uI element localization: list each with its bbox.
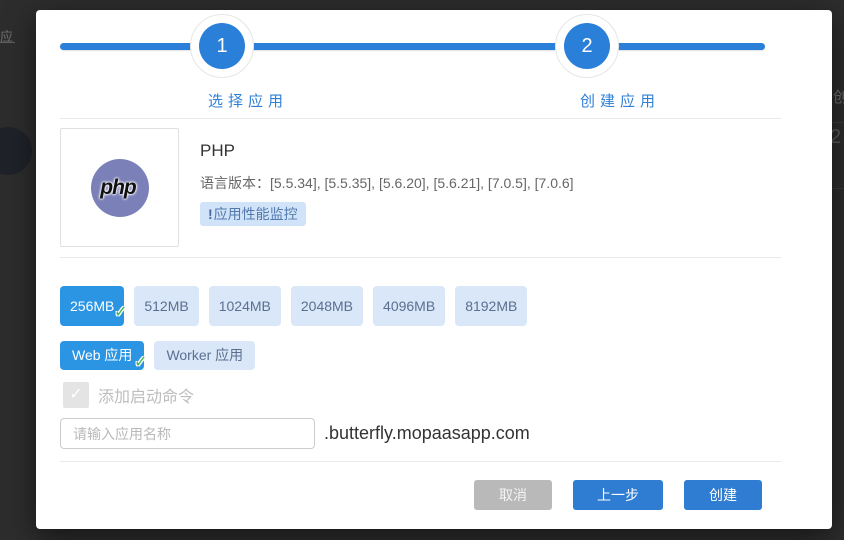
cancel-button[interactable]: 取消 bbox=[474, 480, 552, 510]
stepper-progress-bar bbox=[60, 43, 765, 50]
app-type-options-row: Web 应用 ✓ Worker 应用 bbox=[60, 341, 256, 371]
startup-command-checkbox[interactable]: ✓ bbox=[63, 382, 89, 408]
selected-check-icon: ✓ bbox=[134, 354, 148, 371]
background-divider bbox=[831, 122, 844, 123]
memory-option-8192mb[interactable]: 8192MB bbox=[455, 286, 528, 326]
memory-option-2048mb[interactable]: 2048MB bbox=[290, 286, 364, 326]
app-name: PHP bbox=[200, 141, 235, 160]
memory-option-label: 2048MB bbox=[300, 298, 354, 314]
memory-option-512mb[interactable]: 512MB bbox=[134, 286, 199, 326]
app-language-versions: 语言版本：[5.5.34], [5.5.35], [5.6.20], [5.6.… bbox=[200, 175, 574, 191]
memory-option-label: 4096MB bbox=[383, 298, 436, 314]
memory-option-label: 512MB bbox=[144, 298, 189, 314]
background-logo-circle bbox=[0, 127, 32, 175]
checkbox-check-icon: ✓ bbox=[69, 386, 83, 403]
divider bbox=[60, 118, 781, 119]
domain-suffix: .butterfly.mopaasapp.com bbox=[324, 423, 530, 443]
apm-badge-icon: ! bbox=[208, 206, 213, 222]
create-button[interactable]: 创建 bbox=[684, 480, 762, 510]
step-1-circle[interactable]: 1 bbox=[190, 14, 254, 78]
php-logo-icon: php bbox=[90, 158, 149, 217]
background-text-fragment: 创 bbox=[833, 89, 844, 106]
app-type-label: Worker 应用 bbox=[166, 347, 244, 363]
step-2-circle[interactable]: 2 bbox=[555, 14, 619, 78]
app-type-option-worker[interactable]: Worker 应用 bbox=[154, 341, 256, 370]
divider bbox=[60, 257, 781, 258]
startup-command-row: ✓ 添加启动命令 bbox=[63, 382, 194, 408]
divider bbox=[60, 461, 781, 462]
memory-options-row: 256MB ✓ 512MB 1024MB 2048MB 4096MB 8192M… bbox=[60, 286, 528, 326]
memory-option-label: 256MB bbox=[70, 298, 115, 314]
selected-check-icon: ✓ bbox=[113, 304, 128, 321]
apm-badge-label: 应用性能监控 bbox=[213, 206, 298, 222]
create-app-dialog: 1 2 选择应用 创建应用 php PHP 语言版本：[5.5.34], [5.… bbox=[36, 10, 832, 529]
memory-option-256mb[interactable]: 256MB ✓ bbox=[60, 286, 127, 326]
app-type-label: Web 应用 bbox=[72, 347, 133, 363]
step-1-number: 1 bbox=[199, 23, 245, 69]
php-logo-text: php bbox=[100, 175, 136, 199]
memory-option-label: 8192MB bbox=[465, 298, 518, 314]
dialog-footer: 取消 上一步 创建 bbox=[60, 480, 762, 510]
step-1-label: 选择应用 bbox=[207, 93, 288, 110]
apm-badge[interactable]: !应用性能监控 bbox=[200, 202, 306, 226]
startup-command-label: 添加启动命令 bbox=[98, 389, 195, 406]
background-partial-link: 应用 bbox=[0, 26, 15, 43]
memory-option-label: 1024MB bbox=[218, 298, 271, 314]
step-2-number: 2 bbox=[564, 23, 610, 69]
memory-option-1024mb[interactable]: 1024MB bbox=[208, 286, 281, 326]
background-divider bbox=[831, 188, 844, 189]
app-name-input[interactable] bbox=[60, 418, 315, 449]
app-type-option-web[interactable]: Web 应用 ✓ bbox=[60, 341, 147, 371]
selected-app-card: php bbox=[60, 128, 179, 247]
step-2-label: 创建应用 bbox=[579, 93, 660, 110]
previous-step-button[interactable]: 上一步 bbox=[573, 480, 663, 510]
memory-option-4096mb[interactable]: 4096MB bbox=[373, 286, 446, 326]
app-name-row: .butterfly.mopaasapp.com bbox=[60, 418, 530, 449]
